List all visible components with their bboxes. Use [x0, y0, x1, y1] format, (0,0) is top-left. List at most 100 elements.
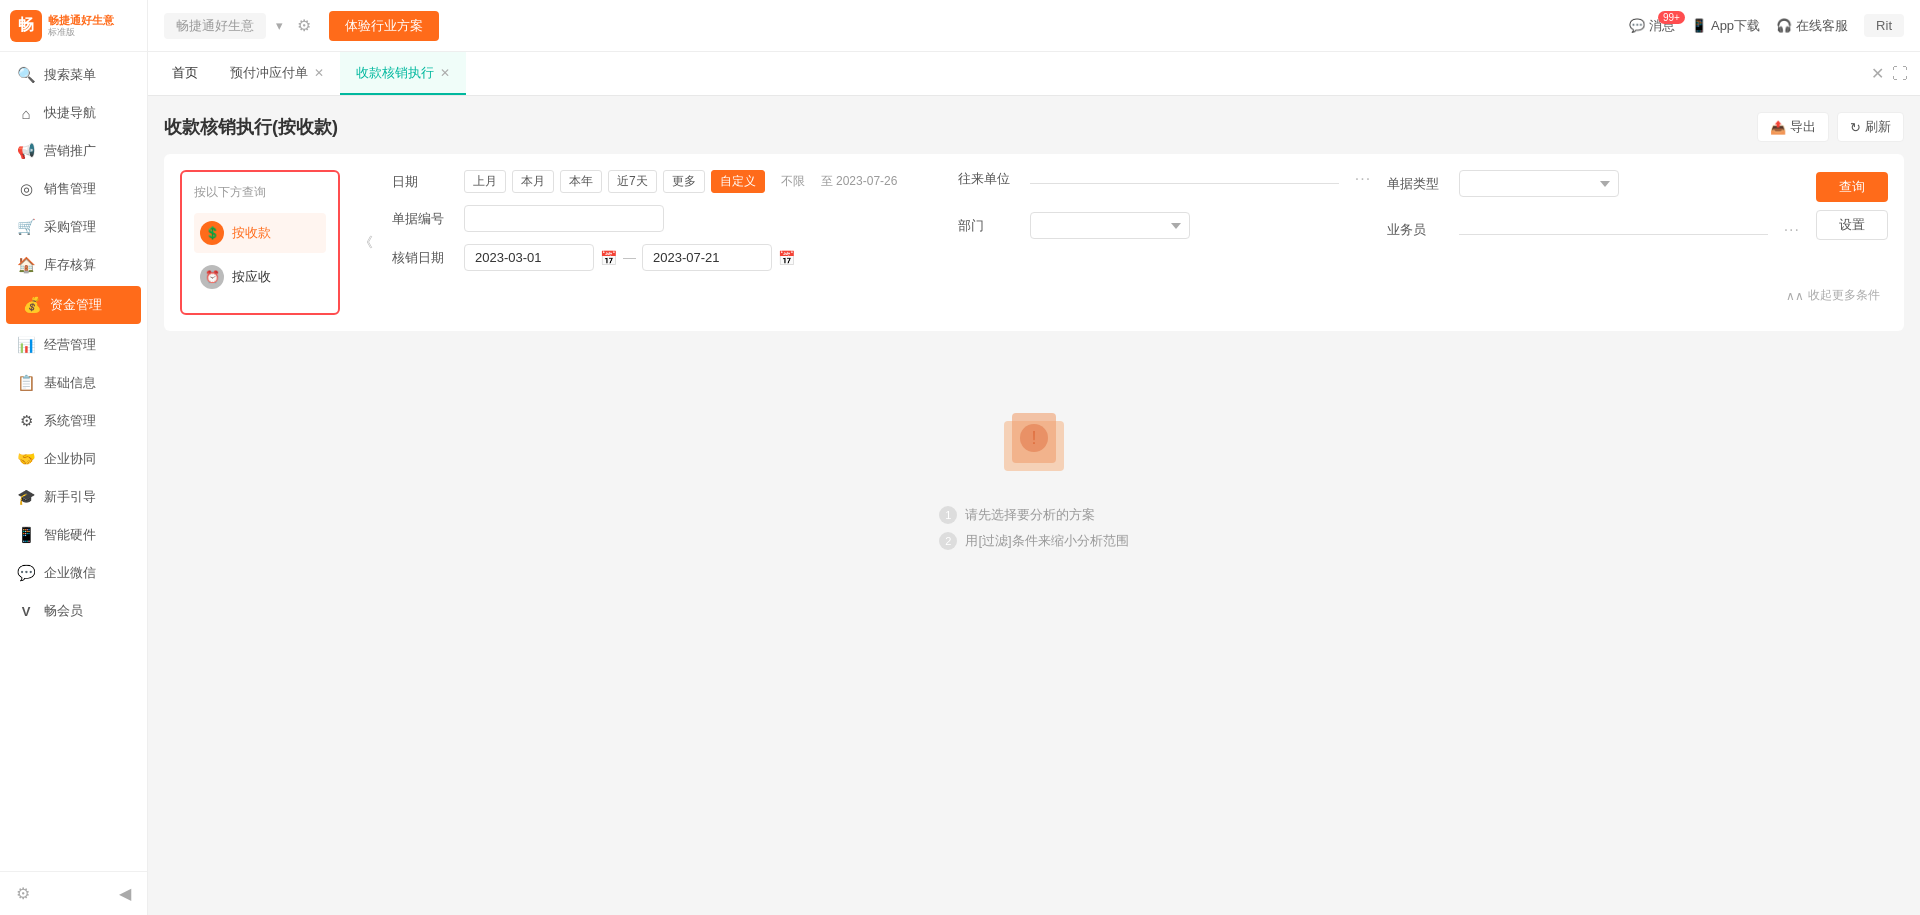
topbar-app-download[interactable]: 📱 App下载: [1691, 17, 1760, 35]
topbar-online-service[interactable]: 🎧 在线客服: [1776, 17, 1848, 35]
member-icon: V: [16, 604, 36, 619]
query-button[interactable]: 查询: [1816, 172, 1888, 202]
sidebar-item-enterprise[interactable]: 🤝 企业协同: [0, 440, 147, 478]
logo-icon: 畅: [10, 10, 42, 42]
hardware-icon: 📱: [16, 526, 36, 544]
content-area: 收款核销执行(按收款) 📤 导出 ↻ 刷新 按以下方查询 💲 按收款: [148, 96, 1920, 915]
sidebar-item-sales[interactable]: ◎ 销售管理: [0, 170, 147, 208]
staff-label: 业务员: [1387, 221, 1443, 239]
filter-row-date: 日期 上月 本月 本年 近7天 更多 自定义 不限 至 2023-07-26: [392, 170, 942, 193]
filter-row-department: 部门: [958, 212, 1371, 239]
writeoff-start-cal-icon[interactable]: 📅: [600, 250, 617, 266]
tab-home[interactable]: 首页: [156, 52, 214, 95]
docnum-input[interactable]: [464, 205, 664, 232]
tab-prepay-close-icon[interactable]: ✕: [314, 66, 324, 80]
inventory-icon: 🏠: [16, 256, 36, 274]
filter-collapse-button[interactable]: 《: [356, 170, 376, 315]
topbar: 畅捷通好生意 ▾ ⚙ 体验行业方案 💬 消息 99+ 📱 App下载 🎧 在线客…: [148, 0, 1920, 52]
sidebar-logo: 畅 畅捷通好生意 标准版: [0, 0, 147, 52]
doctype-label: 单据类型: [1387, 175, 1443, 193]
topbar-brand: 畅捷通好生意 ▾ ⚙ 体验行业方案: [164, 11, 1629, 41]
topbar-gear-icon[interactable]: ⚙: [297, 16, 311, 35]
counterparty-label: 往来单位: [958, 170, 1014, 188]
staff-more-icon[interactable]: ···: [1784, 221, 1800, 239]
date-btn-more[interactable]: 更多: [663, 170, 705, 193]
operation-icon: 📊: [16, 336, 36, 354]
settings-footer-icon[interactable]: ⚙: [16, 884, 30, 903]
writeoff-end-cal-icon[interactable]: 📅: [778, 250, 795, 266]
sidebar-item-basic[interactable]: 📋 基础信息: [0, 364, 147, 402]
sidebar-item-search[interactable]: 🔍 搜索菜单: [0, 56, 147, 94]
filter-action-buttons: 查询 设置: [1816, 170, 1888, 240]
sidebar-item-quick-nav[interactable]: ⌂ 快捷导航: [0, 94, 147, 132]
sales-icon: ◎: [16, 180, 36, 198]
tab-collection[interactable]: 收款核销执行 ✕: [340, 52, 466, 95]
topbar-chevron-icon[interactable]: ▾: [276, 18, 283, 33]
empty-tips: 1 请先选择要分析的方案 2 用[过滤]条件来缩小分析范围: [939, 506, 1128, 550]
sidebar-item-wechat[interactable]: 💬 企业微信: [0, 554, 147, 592]
export-icon: 📤: [1770, 120, 1786, 135]
tip-num-2: 2: [939, 532, 957, 550]
basic-icon: 📋: [16, 374, 36, 392]
date-btn-custom[interactable]: 自定义: [711, 170, 765, 193]
sidebar-item-guide[interactable]: 🎓 新手引导: [0, 478, 147, 516]
receivable-icon: ⏰: [200, 265, 224, 289]
department-select[interactable]: [1030, 212, 1190, 239]
sidebar-nav: 🔍 搜索菜单 ⌂ 快捷导航 📢 营销推广 ◎ 销售管理 🛒 采购管理 🏠 库存核…: [0, 52, 147, 871]
sidebar-item-purchase[interactable]: 🛒 采购管理: [0, 208, 147, 246]
close-tab-icon[interactable]: ✕: [1871, 64, 1884, 83]
svg-text:!: !: [1031, 428, 1036, 448]
sidebar-item-operation[interactable]: 📊 经营管理: [0, 326, 147, 364]
topbar-right: 💬 消息 99+ 📱 App下载 🎧 在线客服 Rit: [1629, 14, 1904, 37]
filter-option-by-receipt[interactable]: 💲 按收款: [194, 213, 326, 253]
app-icon: 📱: [1691, 18, 1707, 33]
filter-option-by-receivable[interactable]: ⏰ 按应收: [194, 257, 326, 297]
doctype-select[interactable]: [1459, 170, 1619, 197]
refresh-button[interactable]: ↻ 刷新: [1837, 112, 1904, 142]
department-label: 部门: [958, 217, 1014, 235]
writeoff-date-end-input[interactable]: [642, 244, 772, 271]
tab-prepay[interactable]: 预付冲应付单 ✕: [214, 52, 340, 95]
marketing-icon: 📢: [16, 142, 36, 160]
date-no-limit: 不限: [781, 173, 805, 190]
purchase-icon: 🛒: [16, 218, 36, 236]
solution-button[interactable]: 体验行业方案: [329, 11, 439, 41]
enterprise-icon: 🤝: [16, 450, 36, 468]
date-btn-this-year[interactable]: 本年: [560, 170, 602, 193]
counterparty-more-icon[interactable]: ···: [1355, 170, 1371, 188]
sidebar-item-system[interactable]: ⚙ 系统管理: [0, 402, 147, 440]
empty-tip-1: 1 请先选择要分析的方案: [939, 506, 1128, 524]
tabbar: 首页 预付冲应付单 ✕ 收款核销执行 ✕ ✕ ⛶: [148, 52, 1920, 96]
setting-button[interactable]: 设置: [1816, 210, 1888, 240]
empty-illustration: !: [984, 391, 1084, 494]
sidebar-item-finance[interactable]: 💰 资金管理: [6, 286, 141, 324]
filter-panel: 按以下方查询 💲 按收款 ⏰ 按应收 《 日期: [164, 154, 1904, 331]
tabbar-controls: ✕ ⛶: [1871, 64, 1920, 83]
sidebar-item-marketing[interactable]: 📢 营销推广: [0, 132, 147, 170]
chevron-up-icon: ∧∧: [1786, 289, 1804, 303]
writeoff-date-start-input[interactable]: [464, 244, 594, 271]
expand-tab-icon[interactable]: ⛶: [1892, 65, 1908, 83]
tab-collection-close-icon[interactable]: ✕: [440, 66, 450, 80]
sidebar-item-inventory[interactable]: 🏠 库存核算: [0, 246, 147, 284]
topbar-message[interactable]: 💬 消息 99+: [1629, 17, 1675, 35]
collapse-conditions-btn[interactable]: ∧∧ 收起更多条件: [392, 287, 1888, 304]
export-button[interactable]: 📤 导出: [1757, 112, 1829, 142]
empty-state: ! 1 请先选择要分析的方案 2 用[过滤]条件来缩小分析范围: [164, 331, 1904, 610]
sidebar: 畅 畅捷通好生意 标准版 🔍 搜索菜单 ⌂ 快捷导航 📢 营销推广 ◎ 销售管理…: [0, 0, 148, 915]
refresh-icon: ↻: [1850, 120, 1861, 135]
filter-row-counterparty: 往来单位 ···: [958, 170, 1371, 188]
topbar-brand-text: 畅捷通好生意: [164, 13, 266, 39]
topbar-user[interactable]: Rit: [1864, 14, 1904, 37]
page-title: 收款核销执行(按收款): [164, 115, 338, 139]
collapse-sidebar-icon[interactable]: ◀: [119, 884, 131, 903]
date-btn-last-month[interactable]: 上月: [464, 170, 506, 193]
service-icon: 🎧: [1776, 18, 1792, 33]
main-area: 畅捷通好生意 ▾ ⚙ 体验行业方案 💬 消息 99+ 📱 App下载 🎧 在线客…: [148, 0, 1920, 915]
writeoff-date-range: 📅 — 📅: [464, 244, 795, 271]
sidebar-item-hardware[interactable]: 📱 智能硬件: [0, 516, 147, 554]
date-btn-7days[interactable]: 近7天: [608, 170, 657, 193]
filter-row-writeoff-date: 核销日期 📅 — 📅: [392, 244, 942, 271]
date-btn-this-month[interactable]: 本月: [512, 170, 554, 193]
sidebar-item-member[interactable]: V 畅会员: [0, 592, 147, 630]
